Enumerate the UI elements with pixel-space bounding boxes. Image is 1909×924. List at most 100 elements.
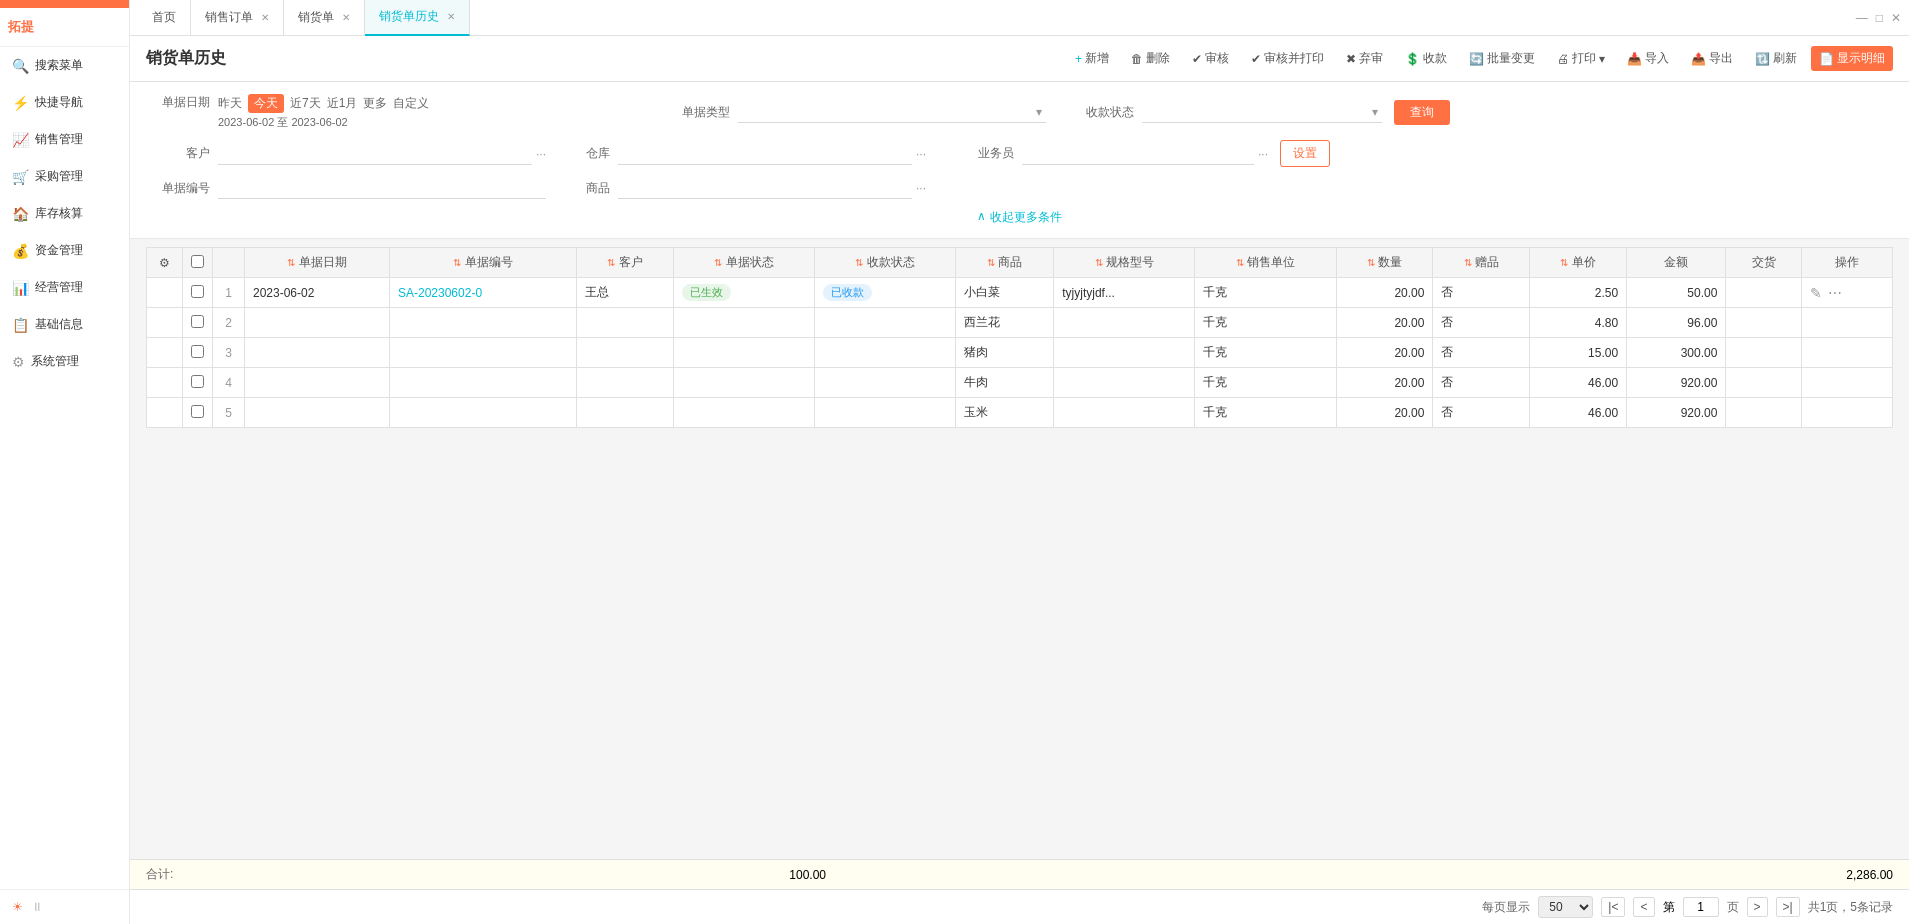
col-qty[interactable]: ⇅ 数量 (1336, 248, 1433, 278)
more-icon[interactable]: ⋯ (1828, 285, 1842, 301)
shortcut-more[interactable]: 更多 (363, 95, 387, 112)
col-doc-no[interactable]: ⇅ 单据编号 (390, 248, 577, 278)
minimize-icon[interactable]: — (1856, 11, 1868, 25)
shortcut-7days[interactable]: 近7天 (290, 95, 321, 112)
sidebar-bottom-icon1[interactable]: ☀ (12, 900, 23, 914)
goods-ellipsis[interactable]: ··· (916, 181, 926, 195)
row-select-checkbox[interactable] (191, 345, 204, 358)
shortcut-yesterday[interactable]: 昨天 (218, 95, 242, 112)
refresh-button[interactable]: 🔃 刷新 (1747, 46, 1805, 71)
row-customer (576, 338, 673, 368)
customer-ellipsis[interactable]: ··· (536, 147, 546, 161)
row-select-checkbox[interactable] (191, 375, 204, 388)
inventory-icon: 🏠 (12, 206, 29, 222)
salesperson-input[interactable] (1022, 143, 1254, 165)
row-select-checkbox[interactable] (191, 285, 204, 298)
tab-sales-goods[interactable]: 销货单 ✕ (284, 0, 365, 36)
row-doc-no[interactable]: SA-20230602-0 (390, 278, 577, 308)
import-button[interactable]: 📥 导入 (1619, 46, 1677, 71)
last-page-btn[interactable]: >| (1776, 897, 1800, 917)
col-price[interactable]: ⇅ 单价 (1530, 248, 1627, 278)
col-doc-date[interactable]: ⇅ 单据日期 (245, 248, 390, 278)
sidebar-item-purchase-mgmt[interactable]: 🛒 采购管理 (0, 158, 129, 195)
delete-button[interactable]: 🗑 删除 (1123, 46, 1178, 71)
query-button[interactable]: 查询 (1394, 100, 1450, 125)
row-doc-no[interactable] (390, 368, 577, 398)
salesperson-ellipsis[interactable]: ··· (1258, 147, 1268, 161)
col-gear[interactable]: ⚙ (147, 248, 183, 278)
payment-status-select[interactable]: ▾ (1142, 101, 1382, 123)
tab-sales-history-close[interactable]: ✕ (447, 11, 455, 22)
collect-button[interactable]: 💲 收款 (1397, 46, 1455, 71)
col-unit[interactable]: ⇅ 销售单位 (1195, 248, 1336, 278)
prev-page-btn[interactable]: < (1633, 897, 1654, 917)
sidebar-bottom-icon2[interactable]: ⏸ (31, 900, 43, 914)
review-print-button[interactable]: ✔ 审核并打印 (1243, 46, 1332, 71)
page-number-input[interactable] (1683, 897, 1719, 917)
doc-type-select[interactable]: ▾ (738, 101, 1046, 123)
select-all-checkbox[interactable] (191, 255, 204, 268)
docno-input[interactable] (218, 177, 546, 199)
sidebar-item-quick-nav[interactable]: ⚡ 快捷导航 (0, 84, 129, 121)
show-detail-button[interactable]: 📄 显示明细 (1811, 46, 1893, 71)
col-amount[interactable]: 金额 (1627, 248, 1726, 278)
first-page-btn[interactable]: |< (1601, 897, 1625, 917)
row-doc-date (245, 368, 390, 398)
abandon-button[interactable]: ✖ 弃审 (1338, 46, 1391, 71)
col-doc-status[interactable]: ⇅ 单据状态 (673, 248, 814, 278)
tab-sales-history[interactable]: 销货单历史 ✕ (365, 0, 470, 36)
row-actions (1802, 338, 1893, 368)
collapse-icon: ∧ (977, 209, 986, 226)
sidebar-item-sales-mgmt[interactable]: 📈 销售管理 (0, 121, 129, 158)
tab-sales-goods-close[interactable]: ✕ (342, 12, 350, 23)
table-footer: 合计: 100.00 2,286.00 (130, 859, 1909, 889)
add-button[interactable]: + 新增 (1067, 46, 1117, 71)
row-checkbox[interactable] (183, 398, 213, 428)
sidebar-item-search-menu[interactable]: 🔍 搜索菜单 (0, 47, 129, 84)
review-icon: ✔ (1192, 52, 1202, 66)
customer-input[interactable] (218, 143, 532, 165)
edit-icon[interactable]: ✎ (1810, 285, 1822, 301)
tab-home[interactable]: 首页 (138, 0, 191, 36)
next-page-btn[interactable]: > (1747, 897, 1768, 917)
export-button[interactable]: 📤 导出 (1683, 46, 1741, 71)
sidebar-item-basic-info[interactable]: 📋 基础信息 (0, 306, 129, 343)
settings-button[interactable]: 设置 (1280, 140, 1330, 167)
shortcut-custom[interactable]: 自定义 (393, 95, 429, 112)
row-doc-no[interactable] (390, 398, 577, 428)
sidebar-item-operations[interactable]: 📊 经营管理 (0, 269, 129, 306)
close-icon[interactable]: ✕ (1891, 11, 1901, 25)
review-button[interactable]: ✔ 审核 (1184, 46, 1237, 71)
col-customer[interactable]: ⇅ 客户 (576, 248, 673, 278)
row-doc-status (673, 338, 814, 368)
sidebar-item-finance[interactable]: 💰 资金管理 (0, 232, 129, 269)
row-select-checkbox[interactable] (191, 405, 204, 418)
row-checkbox[interactable] (183, 308, 213, 338)
sidebar-item-inventory[interactable]: 🏠 库存核算 (0, 195, 129, 232)
col-payment-status[interactable]: ⇅ 收款状态 (814, 248, 955, 278)
row-checkbox[interactable] (183, 338, 213, 368)
row-doc-no[interactable] (390, 338, 577, 368)
warehouse-input[interactable] (618, 143, 912, 165)
tab-sales-order[interactable]: 销售订单 ✕ (191, 0, 284, 36)
row-doc-no[interactable] (390, 308, 577, 338)
col-goods[interactable]: ⇅ 商品 (956, 248, 1054, 278)
row-checkbox[interactable] (183, 368, 213, 398)
shortcut-today[interactable]: 今天 (248, 94, 284, 113)
row-checkbox[interactable] (183, 278, 213, 308)
shortcut-1month[interactable]: 近1月 (327, 95, 358, 112)
col-gift[interactable]: ⇅ 赠品 (1433, 248, 1530, 278)
row-select-checkbox[interactable] (191, 315, 204, 328)
col-spec[interactable]: ⇅ 规格型号 (1054, 248, 1195, 278)
goods-input[interactable] (618, 177, 912, 199)
warehouse-ellipsis[interactable]: ··· (916, 147, 926, 161)
page-size-select[interactable]: 50 100 200 (1538, 896, 1593, 918)
row-gift: 否 (1433, 308, 1530, 338)
tab-sales-order-close[interactable]: ✕ (261, 12, 269, 23)
col-transaction[interactable]: 交货 (1726, 248, 1802, 278)
maximize-icon[interactable]: □ (1876, 11, 1883, 25)
collapse-row[interactable]: ∧ 收起更多条件 (146, 209, 1893, 226)
print-button[interactable]: 🖨 打印 ▾ (1549, 46, 1613, 71)
sidebar-item-sys-mgmt[interactable]: ⚙ 系统管理 (0, 343, 129, 380)
batch-change-button[interactable]: 🔄 批量变更 (1461, 46, 1543, 71)
